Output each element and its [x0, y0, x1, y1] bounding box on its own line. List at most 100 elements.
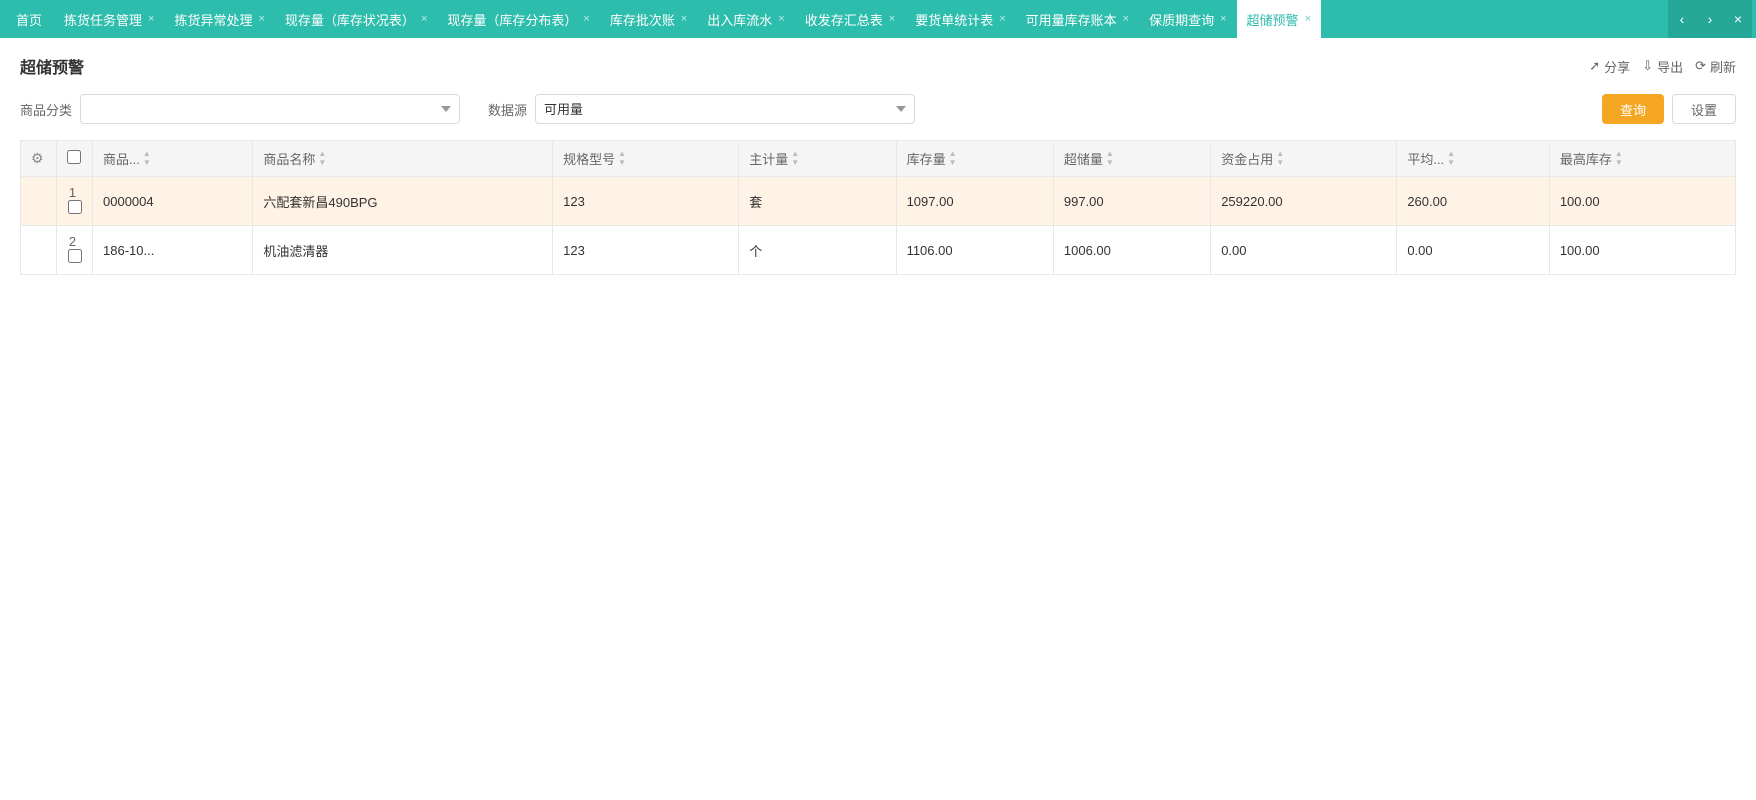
row-checkbox-cell-0: 1: [57, 177, 93, 226]
share-button[interactable]: ➚ 分享: [1589, 57, 1630, 76]
col-overflow-sort: ▲▼: [1106, 150, 1114, 168]
row-overflow-cell-0: 997.00: [1053, 177, 1210, 226]
gear-settings-icon[interactable]: ⚙: [31, 150, 44, 166]
col-avg-text: 平均...: [1407, 149, 1444, 168]
row-name-cell-0: 六配套新昌490BPG: [253, 177, 553, 226]
action-buttons: 查询 设置: [1602, 94, 1736, 124]
query-button[interactable]: 查询: [1602, 94, 1664, 124]
col-header-stock-label: 库存量 ▲▼: [907, 149, 957, 168]
filter-row: 商品分类 数据源 可用量 库存量 查询 设置: [20, 94, 1736, 124]
col-header-spec[interactable]: 规格型号 ▲▼: [553, 141, 739, 177]
row-checkbox-cell-1: 2: [57, 226, 93, 275]
nav-tab-9[interactable]: 可用量库存账本 ×: [1016, 0, 1139, 38]
category-select[interactable]: [80, 94, 460, 124]
col-header-overflow[interactable]: 超储量 ▲▼: [1053, 141, 1210, 177]
nav-close-button[interactable]: ×: [1724, 0, 1752, 38]
nav-tab-7[interactable]: 收发存汇总表 ×: [795, 0, 905, 38]
datasource-select-wrapper: 可用量 库存量: [535, 94, 915, 124]
nav-next-button[interactable]: ›: [1696, 0, 1724, 38]
row-gear-cell-1: [21, 226, 57, 275]
col-code-text: 商品...: [103, 149, 140, 168]
row-unit-cell-0: 套: [739, 177, 896, 226]
close-tab-9-icon[interactable]: ×: [1123, 13, 1129, 25]
col-header-unit[interactable]: 主计量 ▲▼: [739, 141, 896, 177]
nav-tab-label-6: 出入库流水: [707, 10, 772, 29]
col-header-capital-label: 资金占用 ▲▼: [1221, 149, 1284, 168]
nav-tab-2[interactable]: 拣货异常处理 ×: [164, 0, 274, 38]
nav-tab-label-8: 要货单统计表: [915, 10, 993, 29]
row-overflow-cell-1: 1006.00: [1053, 226, 1210, 275]
col-header-unit-label: 主计量 ▲▼: [749, 149, 799, 168]
datasource-select[interactable]: 可用量 库存量: [535, 94, 915, 124]
col-header-capital[interactable]: 资金占用 ▲▼: [1211, 141, 1397, 177]
col-header-maxstock[interactable]: 最高库存 ▲▼: [1549, 141, 1735, 177]
col-spec-text: 规格型号: [563, 149, 615, 168]
nav-tab-3[interactable]: 现存量（库存状况表） ×: [275, 0, 437, 38]
select-all-checkbox[interactable]: [67, 150, 81, 164]
filter-category: 商品分类: [20, 94, 460, 124]
col-name-sort: ▲▼: [318, 150, 326, 168]
close-tab-6-icon[interactable]: ×: [778, 13, 784, 25]
nav-arrows: ‹ › ×: [1668, 0, 1752, 38]
col-header-avg[interactable]: 平均... ▲▼: [1397, 141, 1549, 177]
close-tab-10-icon[interactable]: ×: [1220, 13, 1226, 25]
row-capital-cell-0: 259220.00: [1211, 177, 1397, 226]
row-checkbox-1[interactable]: [68, 249, 82, 263]
row-spec-cell-1: 123: [553, 226, 739, 275]
nav-tab-6[interactable]: 出入库流水 ×: [697, 0, 794, 38]
page-title: 超储预警: [20, 54, 84, 78]
row-stock-cell-1: 1106.00: [896, 226, 1053, 275]
col-header-name-label: 商品名称 ▲▼: [263, 149, 326, 168]
settings-button[interactable]: 设置: [1672, 94, 1736, 124]
nav-tab-label-11: 超储预警: [1247, 10, 1299, 29]
nav-prev-button[interactable]: ‹: [1668, 0, 1696, 38]
table-row: 1 0000004 六配套新昌490BPG 123 套 1097.00 997.…: [21, 177, 1736, 226]
table-header-row: ⚙ 商品... ▲▼ 商品名称 ▲▼: [21, 141, 1736, 177]
nav-tab-label-3: 现存量（库存状况表）: [285, 10, 415, 29]
row-maxstock-cell-1: 100.00: [1549, 226, 1735, 275]
row-stock-cell-0: 1097.00: [896, 177, 1053, 226]
nav-tab-label-4: 现存量（库存分布表）: [447, 10, 577, 29]
col-maxstock-text: 最高库存: [1560, 149, 1612, 168]
close-tab-11-icon[interactable]: ×: [1305, 13, 1311, 25]
nav-tab-1[interactable]: 拣货任务管理 ×: [54, 0, 164, 38]
close-tab-1-icon[interactable]: ×: [148, 13, 154, 25]
nav-tab-label-9: 可用量库存账本: [1026, 10, 1117, 29]
col-overflow-text: 超储量: [1064, 149, 1103, 168]
close-tab-8-icon[interactable]: ×: [999, 13, 1005, 25]
col-spec-sort: ▲▼: [618, 150, 626, 168]
row-num-1: 2: [69, 234, 76, 249]
category-label: 商品分类: [20, 100, 72, 119]
col-header-stock[interactable]: 库存量 ▲▼: [896, 141, 1053, 177]
col-header-avg-label: 平均... ▲▼: [1407, 149, 1455, 168]
nav-tab-4[interactable]: 现存量（库存分布表） ×: [437, 0, 599, 38]
col-header-spec-label: 规格型号 ▲▼: [563, 149, 626, 168]
nav-tab-11[interactable]: 超储预警 ×: [1237, 0, 1321, 38]
row-name-cell-1: 机油滤清器: [253, 226, 553, 275]
row-checkbox-0[interactable]: [68, 200, 82, 214]
nav-tab-5[interactable]: 库存批次账 ×: [600, 0, 697, 38]
close-tab-4-icon[interactable]: ×: [583, 13, 589, 25]
row-maxstock-cell-0: 100.00: [1549, 177, 1735, 226]
refresh-button[interactable]: ⟳ 刷新: [1695, 57, 1736, 76]
header-actions: ➚ 分享 ⇩ 导出 ⟳ 刷新: [1589, 57, 1736, 76]
share-label: 分享: [1604, 57, 1630, 76]
category-select-wrapper: [80, 94, 460, 124]
nav-tab-10[interactable]: 保质期查询 ×: [1139, 0, 1236, 38]
close-tab-7-icon[interactable]: ×: [889, 13, 895, 25]
refresh-icon: ⟳: [1695, 58, 1706, 74]
col-avg-sort: ▲▼: [1447, 150, 1455, 168]
close-tab-3-icon[interactable]: ×: [421, 13, 427, 25]
nav-tab-8[interactable]: 要货单统计表 ×: [905, 0, 1015, 38]
row-avg-cell-1: 0.00: [1397, 226, 1549, 275]
export-button[interactable]: ⇩ 导出: [1642, 57, 1683, 76]
col-code-sort: ▲▼: [143, 150, 151, 168]
close-tab-5-icon[interactable]: ×: [681, 13, 687, 25]
row-gear-cell-0: [21, 177, 57, 226]
row-num-0: 1: [69, 185, 76, 200]
col-header-name[interactable]: 商品名称 ▲▼: [253, 141, 553, 177]
col-header-code[interactable]: 商品... ▲▼: [93, 141, 253, 177]
close-tab-2-icon[interactable]: ×: [258, 13, 264, 25]
nav-home[interactable]: 首页: [4, 0, 54, 38]
top-nav: 首页 拣货任务管理 × 拣货异常处理 × 现存量（库存状况表） × 现存量（库存…: [0, 0, 1756, 38]
